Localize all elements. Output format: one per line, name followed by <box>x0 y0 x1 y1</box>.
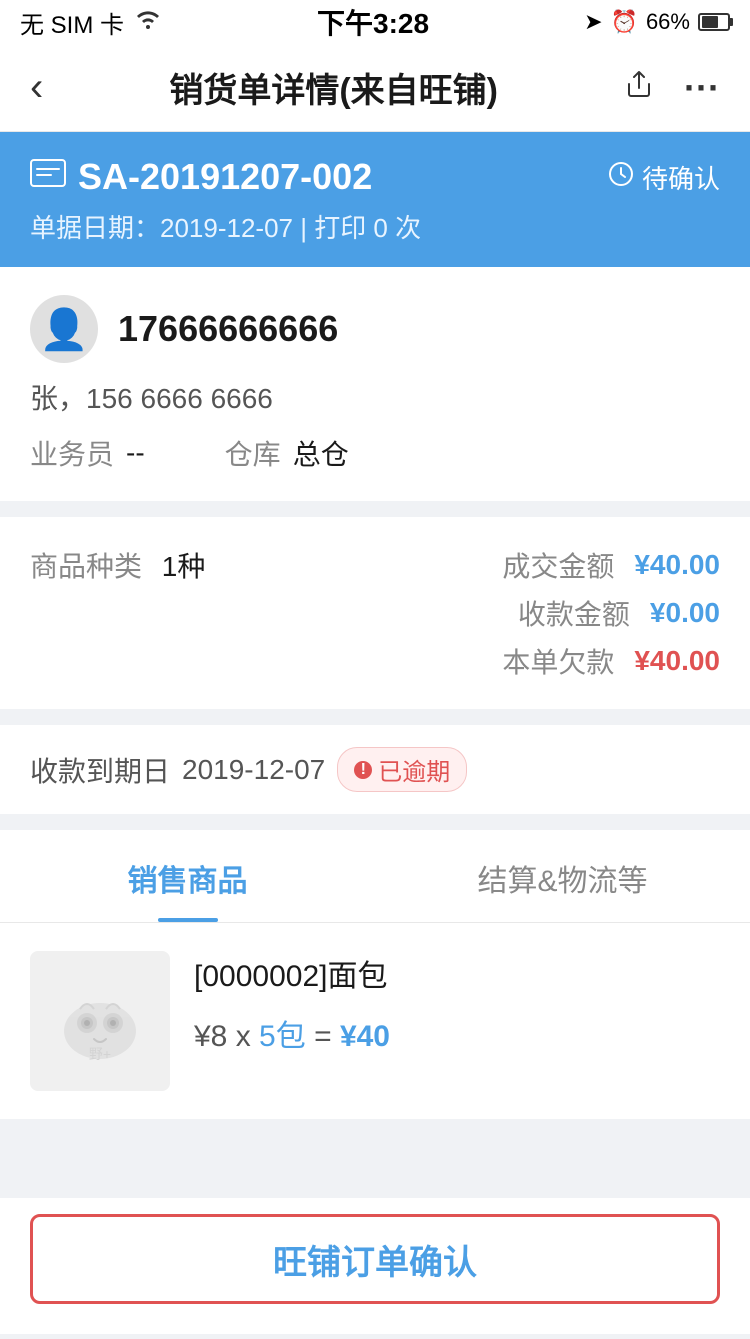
price-text: ¥8 x <box>194 1020 259 1053</box>
battery-icon <box>698 13 730 31</box>
product-types-value: 1种 <box>162 551 206 582</box>
avatar: 👤 <box>30 295 98 363</box>
nav-actions: ··· <box>624 67 720 109</box>
price-equals: = <box>306 1020 340 1053</box>
due-label: 收款到期日 <box>30 750 170 790</box>
more-icon[interactable]: ··· <box>684 67 720 109</box>
back-button[interactable]: ‹ <box>30 65 43 110</box>
product-item: 野+ [0000002]面包 ¥8 x 5包 = ¥40 <box>0 923 750 1119</box>
debt-value: ¥40.00 <box>634 645 720 677</box>
product-thumbnail: 野+ <box>30 951 170 1091</box>
warehouse-label: 仓库 <box>225 433 281 473</box>
share-icon[interactable] <box>624 69 654 107</box>
status-right: ➤ ⏰ 66% <box>584 9 730 35</box>
overdue-icon: ! <box>354 761 372 779</box>
warehouse-value: 总仓 <box>293 433 349 473</box>
due-section: 收款到期日 2019-12-07 ! 已逾期 <box>0 725 750 814</box>
battery-text: 66% <box>646 9 690 35</box>
amount-row: 成交金额 ¥40.00 <box>502 545 720 585</box>
customer-section: 👤 17666666666 张，156 6666 6666 业务员 -- 仓库 … <box>0 267 750 501</box>
customer-phone: 17666666666 <box>118 308 338 350</box>
summary-section: 商品种类 1种 成交金额 ¥40.00 收款金额 ¥0.00 本单欠款 ¥40.… <box>0 517 750 709</box>
received-label: 收款金额 <box>518 593 630 633</box>
product-name: [0000002]面包 <box>194 951 720 995</box>
status-bar: 无 SIM 卡 下午3:28 ➤ ⏰ 66% <box>0 0 750 44</box>
status-left: 无 SIM 卡 <box>20 5 162 40</box>
salesperson-label: 业务员 <box>30 433 114 473</box>
salesperson-item: 业务员 -- <box>30 433 145 473</box>
svg-text:野+: 野+ <box>89 1046 111 1061</box>
overdue-badge: ! 已逾期 <box>337 747 467 792</box>
product-types-label: 商品种类 <box>30 551 142 582</box>
bottom-button-area: 旺铺订单确认 <box>0 1198 750 1334</box>
nav-title: 销货单详情(来自旺铺) <box>169 63 498 112</box>
salesperson-value: -- <box>126 437 145 469</box>
tabs-section: 销售商品 结算&物流等 野+ [0000002]面包 <box>0 830 750 1119</box>
warehouse-item: 仓库 总仓 <box>225 433 349 473</box>
price-qty: 5包 <box>259 1020 306 1053</box>
summary-amounts: 成交金额 ¥40.00 收款金额 ¥0.00 本单欠款 ¥40.00 <box>502 545 720 681</box>
amount-label: 成交金额 <box>502 545 614 585</box>
tabs-header: 销售商品 结算&物流等 <box>0 830 750 923</box>
received-value: ¥0.00 <box>650 597 720 629</box>
wifi-icon <box>134 8 162 36</box>
person-icon: 👤 <box>39 306 89 353</box>
debt-label: 本单欠款 <box>502 641 614 681</box>
received-row: 收款金额 ¥0.00 <box>518 593 720 633</box>
status-time: 下午3:28 <box>317 2 429 42</box>
order-id: SA-20191207-002 <box>30 156 372 198</box>
due-date: 2019-12-07 <box>182 754 325 786</box>
debt-row: 本单欠款 ¥40.00 <box>502 641 720 681</box>
customer-meta: 业务员 -- 仓库 总仓 <box>30 433 720 473</box>
price-total: ¥40 <box>340 1020 390 1053</box>
amount-value: ¥40.00 <box>634 549 720 581</box>
order-date: 单据日期：2019-12-07 | 打印 0 次 <box>30 208 720 245</box>
order-icon <box>30 156 66 198</box>
customer-name: 张，156 6666 6666 <box>30 377 720 417</box>
alarm-icon: ⏰ <box>611 9 638 35</box>
clock-icon <box>608 161 634 194</box>
confirm-button[interactable]: 旺铺订单确认 <box>30 1214 720 1304</box>
order-status: 待确认 <box>608 159 720 196</box>
carrier-text: 无 SIM 卡 <box>20 5 124 40</box>
location-icon: ➤ <box>584 9 602 35</box>
order-header-card: SA-20191207-002 待确认 单据日期：2019-12-07 | 打印… <box>0 132 750 267</box>
nav-bar: ‹ 销货单详情(来自旺铺) ··· <box>0 44 750 132</box>
product-types: 商品种类 1种 <box>30 545 205 585</box>
product-price: ¥8 x 5包 = ¥40 <box>194 1011 720 1055</box>
tab-settlement[interactable]: 结算&物流等 <box>375 830 750 922</box>
overdue-text: 已逾期 <box>378 752 450 787</box>
product-info: [0000002]面包 ¥8 x 5包 = ¥40 <box>194 951 720 1055</box>
tab-sales-products[interactable]: 销售商品 <box>0 830 375 922</box>
